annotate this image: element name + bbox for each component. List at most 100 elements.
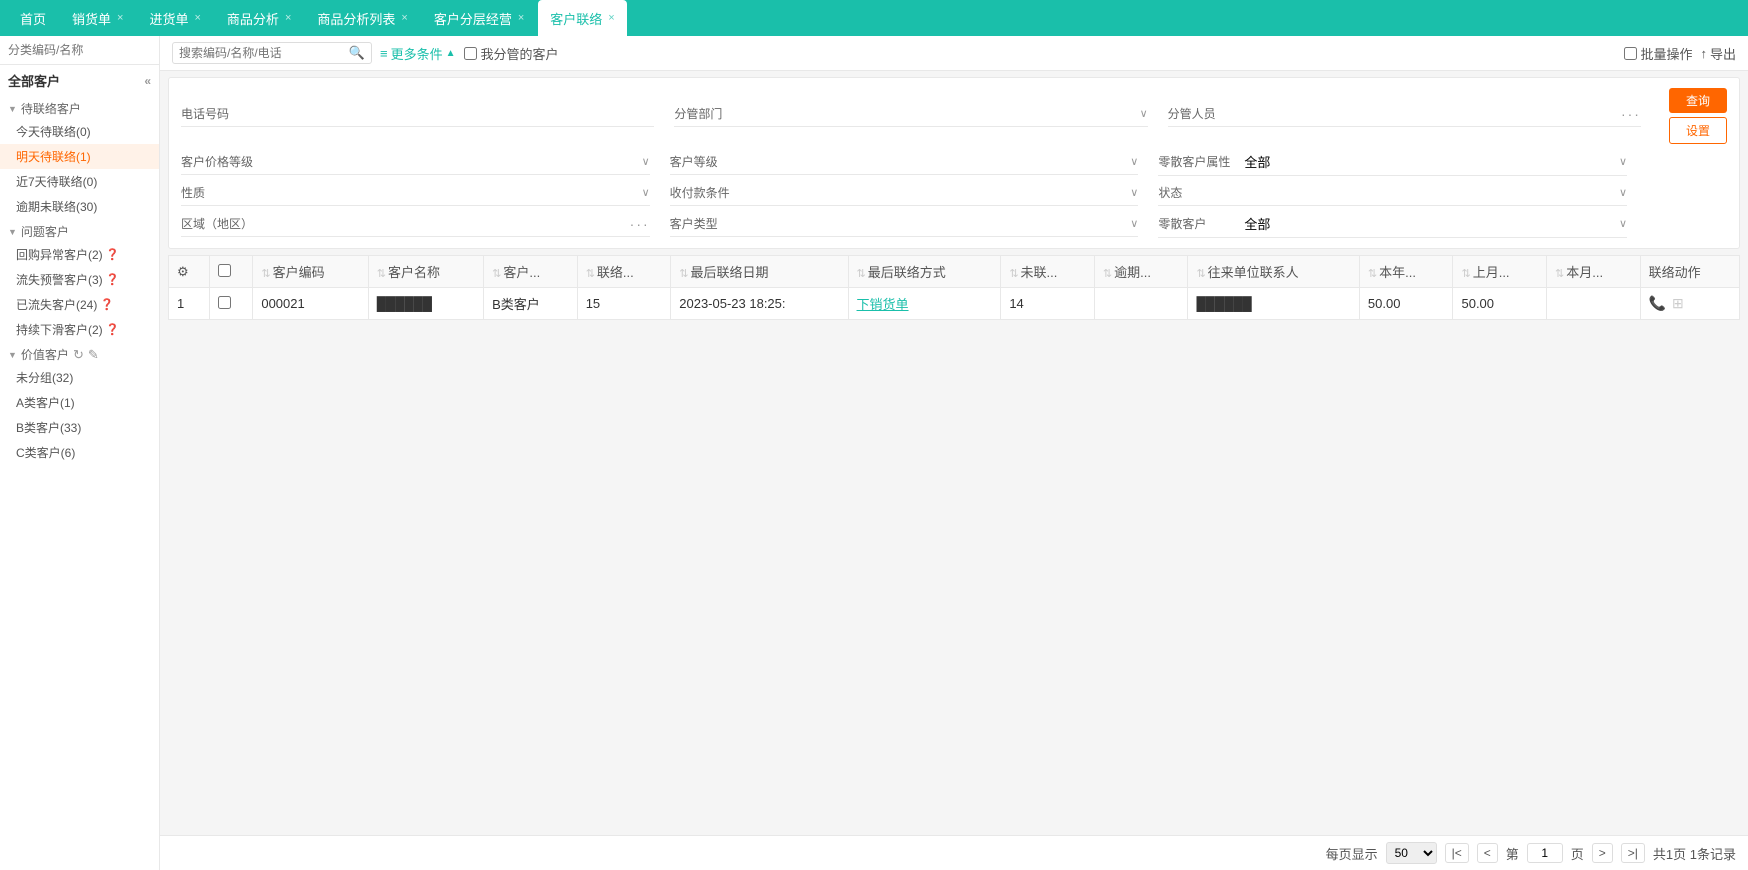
sidebar-item-overdue-pending[interactable]: 逾期未联络(30) [0,194,159,219]
sidebar-item-ungrouped[interactable]: 未分组(32) [0,365,159,390]
close-icon[interactable]: × [285,12,291,24]
batch-operation-btn[interactable]: 批量操作 [1624,44,1692,63]
region-dots-btn[interactable]: ··· [630,216,650,232]
close-icon[interactable]: × [194,12,200,24]
price-level-dropdown[interactable]: ∨ [267,155,650,168]
filter-cell-status: 状态 ∨ [1158,184,1627,206]
top-nav: 首页 销货单 × 进货单 × 商品分析 × 商品分析列表 × 客户分层经营 × … [0,0,1748,36]
filter-cell-manager: 分管人员 ··· [1168,105,1641,127]
col-name: ⇅客户名称 [368,256,483,288]
table-area: ⚙ ⇅客户编码 ⇅客户名称 ⇅客户... ⇅联络... ⇅最后联络日期 ⇅最后联… [160,249,1748,835]
row-uncontacted: 14 [1001,288,1095,320]
nav-customer-contact[interactable]: 客户联络 × [538,0,626,36]
row-checkbox[interactable] [210,288,253,320]
status-dropdown[interactable]: ∨ [1244,186,1627,199]
sidebar-search-input[interactable] [8,43,160,57]
col-settings[interactable]: ⚙ [169,256,210,288]
nature-dropdown[interactable]: ∨ [267,186,650,199]
nav-purchase-order[interactable]: 进货单 × [137,0,212,36]
retail-customer-dropdown[interactable]: 全部 ∨ [1244,214,1627,233]
filter-cell-nature: 性质 ∨ [181,184,650,206]
sidebar-item-today-pending[interactable]: 今天待联络(0) [0,119,159,144]
prev-page-btn[interactable]: < [1477,843,1498,863]
row-last-contact-method[interactable]: 下销货单 [848,288,1001,320]
chevron-down-icon: ∨ [1130,217,1138,230]
chevron-down-icon: ∨ [1130,155,1138,168]
sidebar-item-churned[interactable]: 已流失客户(24) ❓ [0,292,159,317]
page-input[interactable] [1527,843,1563,863]
manager-dots-btn[interactable]: ··· [1621,106,1641,122]
payment-dropdown[interactable]: ∨ [756,186,1139,199]
sidebar-all-customers[interactable]: 全部客户 « [0,65,159,96]
pagination-bar: 每页显示 50 100 200 |< < 第 页 > >| 共1页 1条记录 [160,835,1748,870]
last-page-btn[interactable]: >| [1621,843,1645,863]
col-last-contact-date: ⇅最后联络日期 [671,256,848,288]
query-button[interactable]: 查询 [1669,88,1727,113]
row-contacts: 15 [577,288,671,320]
row-contact-person: ██████ [1188,288,1359,320]
search-input[interactable] [179,46,345,60]
row-type: B类客户 [484,288,578,320]
sidebar-item-class-c[interactable]: C类客户(6) [0,440,159,465]
export-icon: ↑ [1700,46,1707,61]
settings-button[interactable]: 设置 [1669,117,1727,144]
phone-action-icon[interactable]: 📞 [1649,295,1666,312]
search-icon[interactable]: 🔍 [349,45,365,61]
customer-type-dropdown[interactable]: ∨ [756,217,1139,230]
department-dropdown[interactable]: ∨ [760,107,1147,120]
row-name[interactable]: ██████ [368,288,483,320]
page-suffix: 页 [1571,844,1584,863]
filter-right-actions: 批量操作 ↑ 导出 [1624,44,1736,63]
phone-input[interactable] [267,107,654,121]
first-page-btn[interactable]: |< [1445,843,1469,863]
col-checkbox[interactable] [210,256,253,288]
content-area: 🔍 ≡ 更多条件 ▲ 我分管的客户 批量操作 ↑ 导出 [160,36,1748,870]
sidebar-item-repurchase-abnormal[interactable]: 回购异常客户(2) ❓ [0,242,159,267]
sidebar-item-class-b[interactable]: B类客户(33) [0,415,159,440]
filter-cell-retail-attr: 零散客户属性 全部 ∨ [1158,152,1627,176]
per-page-select[interactable]: 50 100 200 [1386,842,1437,864]
nav-sales-order[interactable]: 销货单 × [60,0,135,36]
chevron-down-icon: ∨ [642,155,650,168]
select-all-checkbox[interactable] [218,264,231,277]
nav-home[interactable]: 首页 [8,0,58,36]
col-uncontacted: ⇅未联... [1001,256,1095,288]
chevron-down-icon: ∨ [642,186,650,199]
sidebar-item-class-a[interactable]: A类客户(1) [0,390,159,415]
more-conditions-btn[interactable]: ≡ 更多条件 ▲ [380,44,456,63]
export-btn[interactable]: ↑ 导出 [1700,44,1736,63]
next-page-btn[interactable]: > [1592,843,1613,863]
batch-check[interactable] [1624,47,1637,60]
customer-level-dropdown[interactable]: ∨ [756,155,1139,168]
nav-product-analysis[interactable]: 商品分析 × [215,0,303,36]
help-icon: ❓ [106,323,120,336]
filter-cell-customer-type: 客户类型 ∨ [670,215,1139,237]
edit-icon[interactable]: ✎ [88,347,99,363]
my-customers-checkbox[interactable]: 我分管的客户 [464,44,559,63]
chevron-down-icon: ∨ [1130,186,1138,199]
table-header-row: ⚙ ⇅客户编码 ⇅客户名称 ⇅客户... ⇅联络... ⇅最后联络日期 ⇅最后联… [169,256,1740,288]
sidebar-item-tomorrow-pending[interactable]: 明天待联络(1) [0,144,159,169]
retail-attr-dropdown[interactable]: 全部 ∨ [1244,152,1627,171]
close-icon[interactable]: × [608,12,614,24]
close-icon[interactable]: × [117,12,123,24]
sidebar-item-7days-pending[interactable]: 近7天待联络(0) [0,169,159,194]
close-icon[interactable]: × [401,12,407,24]
sidebar-group-pending-contact: 待联络客户 [0,96,159,119]
sidebar-item-declining[interactable]: 持续下滑客户(2) ❓ [0,317,159,342]
total-records: 共1页 1条记录 [1653,844,1736,863]
nav-customer-tier[interactable]: 客户分层经营 × [422,0,536,36]
row-check[interactable] [218,296,231,309]
filter-cell-region: 区域（地区） ··· [181,215,650,237]
refresh-icon[interactable]: ↻ [73,347,84,363]
close-icon[interactable]: × [518,12,524,24]
grid-action-icon[interactable]: ⊞ [1672,295,1684,312]
col-last-contact-method: ⇅最后联络方式 [848,256,1001,288]
filter-cell-payment: 收付款条件 ∨ [670,184,1139,206]
sidebar-item-churn-warning[interactable]: 流失预警客户(3) ❓ [0,267,159,292]
filter-cell-phone: 电话号码 [181,105,654,127]
nav-product-analysis-list[interactable]: 商品分析列表 × [305,0,419,36]
row-action: 📞 ⊞ [1640,288,1739,320]
my-customers-check[interactable] [464,47,477,60]
col-this-year: ⇅本年... [1359,256,1453,288]
